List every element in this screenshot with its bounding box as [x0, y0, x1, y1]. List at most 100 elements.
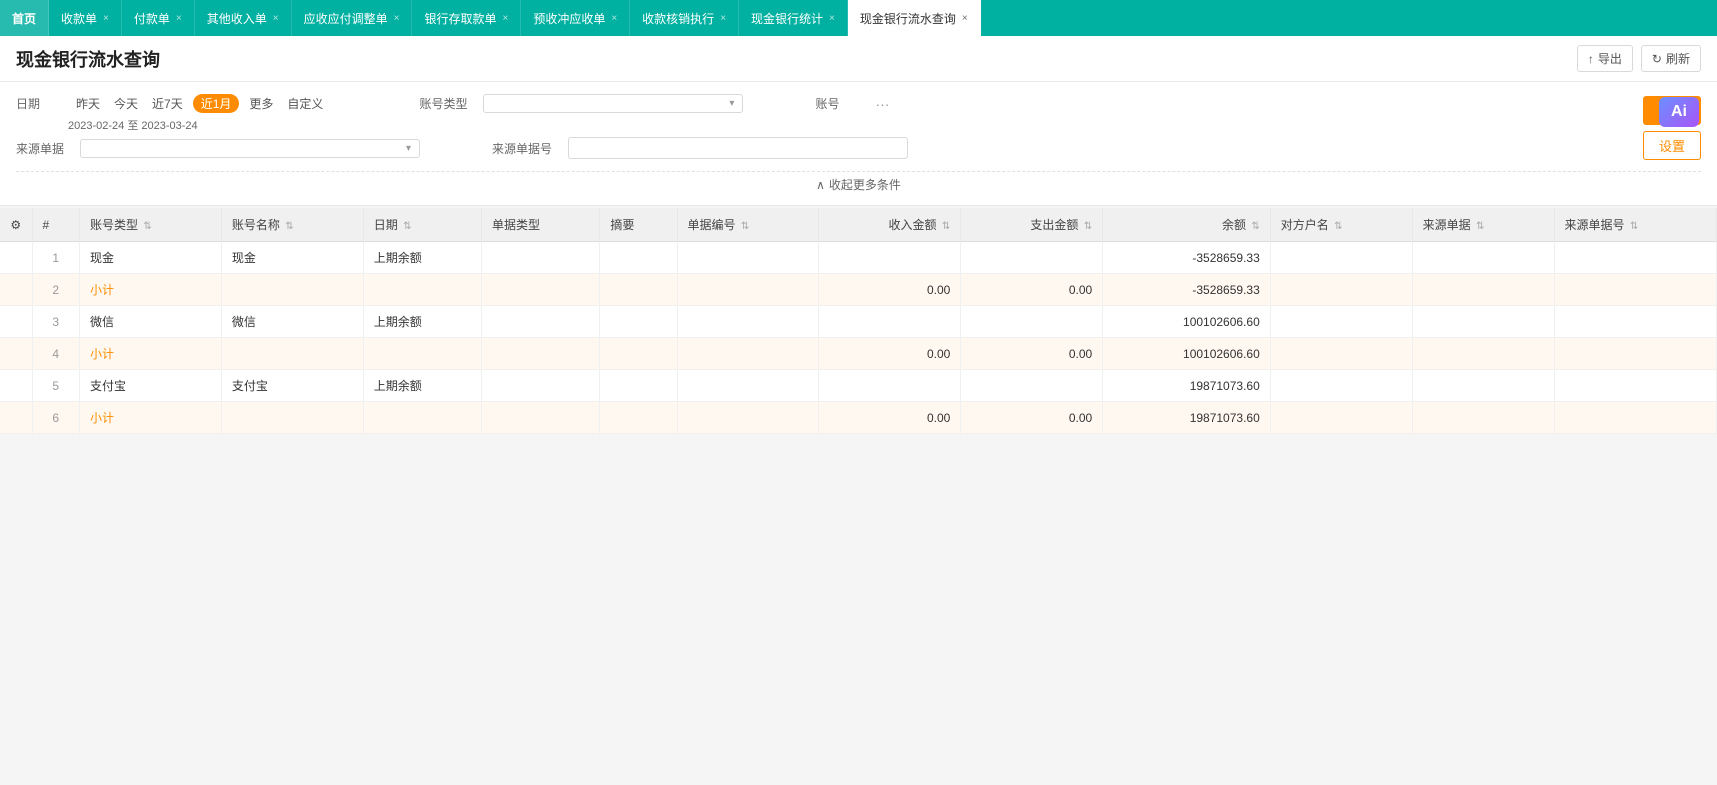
cell-doc-num: [677, 306, 819, 338]
cell-account-name: 支付宝: [221, 370, 363, 402]
cell-account-type: 小计: [79, 402, 221, 434]
cell-date: [363, 274, 481, 306]
filter-area: 日期 昨天 今天 近7天 近1月 更多 自定义 账号类型 ▾ 账号 ···: [0, 82, 1717, 206]
col-expense[interactable]: 支出金额 ⇅: [961, 208, 1103, 242]
nav-tab-3[interactable]: 应收应付调整单 ×: [292, 0, 413, 36]
source-doc-num-input[interactable]: [568, 137, 908, 159]
cell-gear: [0, 370, 32, 402]
collapse-bar[interactable]: ∧ 收起更多条件: [16, 171, 1701, 197]
cell-summary: [600, 338, 677, 370]
nav-tab-4[interactable]: 银行存取款单 ×: [412, 0, 521, 36]
shortcut-1month[interactable]: 近1月: [193, 94, 240, 113]
cell-summary: [600, 402, 677, 434]
shortcut-custom[interactable]: 自定义: [283, 94, 327, 113]
cell-source-doc: [1412, 306, 1554, 338]
cell-source-doc-num: [1554, 242, 1716, 274]
cell-expense: [961, 306, 1103, 338]
cell-balance: 19871073.60: [1103, 402, 1271, 434]
cell-source-doc-num: [1554, 338, 1716, 370]
cell-gear: [0, 274, 32, 306]
nav-tab-7[interactable]: 现金银行统计 ×: [739, 0, 848, 36]
nav-tab-5[interactable]: 预收冲应收单 ×: [521, 0, 630, 36]
ai-badge[interactable]: Ai: [1659, 97, 1699, 127]
nav-tab-2-close[interactable]: ×: [273, 13, 279, 24]
nav-tab-6-close[interactable]: ×: [720, 13, 726, 24]
collapse-icon: ∧: [816, 178, 825, 192]
nav-tab-7-close[interactable]: ×: [829, 13, 835, 24]
cell-source-doc-num: [1554, 274, 1716, 306]
filter-row-1: 日期 昨天 今天 近7天 近1月 更多 自定义 账号类型 ▾ 账号 ···: [16, 94, 1627, 113]
export-button[interactable]: ↑ 导出: [1577, 45, 1633, 72]
col-source-doc-num[interactable]: 来源单据号 ⇅: [1554, 208, 1716, 242]
cell-doc-type: [482, 306, 600, 338]
cell-income: 0.00: [819, 338, 961, 370]
top-nav: 首页 收款单 × 付款单 × 其他收入单 × 应收应付调整单 × 银行存取款单 …: [0, 0, 1717, 36]
cell-doc-num: [677, 370, 819, 402]
nav-home[interactable]: 首页: [0, 0, 49, 36]
cell-balance: 100102606.60: [1103, 306, 1271, 338]
sort-date: ⇅: [403, 221, 411, 232]
table-row: 1现金现金上期余额-3528659.33: [0, 242, 1717, 274]
col-source-doc[interactable]: 来源单据 ⇅: [1412, 208, 1554, 242]
nav-tab-1-label: 付款单: [134, 10, 170, 27]
cell-doc-num: [677, 402, 819, 434]
nav-tab-8[interactable]: 现金银行流水查询 ×: [848, 0, 981, 36]
nav-tab-1-close[interactable]: ×: [176, 13, 182, 24]
cell-gear: [0, 338, 32, 370]
nav-tab-0[interactable]: 收款单 ×: [49, 0, 122, 36]
cell-summary: [600, 306, 677, 338]
cell-income: [819, 370, 961, 402]
table-body: 1现金现金上期余额-3528659.332小计0.000.00-3528659.…: [0, 242, 1717, 434]
shortcut-yesterday[interactable]: 昨天: [72, 94, 104, 113]
page-title: 现金银行流水查询: [16, 46, 160, 72]
ai-badge-label: Ai: [1671, 103, 1687, 121]
account-type-chevron: ▾: [729, 98, 734, 109]
col-counterpart[interactable]: 对方户名 ⇅: [1270, 208, 1412, 242]
col-gear[interactable]: ⚙: [0, 208, 32, 242]
nav-tab-0-close[interactable]: ×: [103, 13, 109, 24]
cell-gear: [0, 402, 32, 434]
cell-balance: 19871073.60: [1103, 370, 1271, 402]
cell-source-doc-num: [1554, 402, 1716, 434]
cell-date: 上期余额: [363, 242, 481, 274]
date-range: 2023-02-24 至 2023-03-24: [68, 120, 198, 132]
nav-tab-8-close[interactable]: ×: [962, 13, 968, 24]
header-actions: ↑ 导出 ↻ 刷新: [1577, 45, 1701, 72]
col-balance[interactable]: 余额 ⇅: [1103, 208, 1271, 242]
refresh-button[interactable]: ↻ 刷新: [1641, 45, 1701, 72]
col-doc-num[interactable]: 单据编号 ⇅: [677, 208, 819, 242]
col-date[interactable]: 日期 ⇅: [363, 208, 481, 242]
nav-tab-5-close[interactable]: ×: [611, 13, 617, 24]
cell-balance: -3528659.33: [1103, 242, 1271, 274]
shortcut-today[interactable]: 今天: [110, 94, 142, 113]
nav-tab-3-close[interactable]: ×: [394, 13, 400, 24]
cell-rownum: 6: [32, 402, 79, 434]
nav-tab-2[interactable]: 其他收入单 ×: [195, 0, 292, 36]
col-account-name[interactable]: 账号名称 ⇅: [221, 208, 363, 242]
cell-account-name: [221, 274, 363, 306]
shortcut-more[interactable]: 更多: [245, 94, 277, 113]
nav-tab-6[interactable]: 收款核销执行 ×: [630, 0, 739, 36]
cell-doc-num: [677, 338, 819, 370]
cell-balance: 100102606.60: [1103, 338, 1271, 370]
export-icon: ↑: [1588, 52, 1594, 66]
sort-source-doc: ⇅: [1476, 221, 1484, 232]
cell-source-doc: [1412, 370, 1554, 402]
account-type-select[interactable]: ▾: [483, 94, 743, 113]
cell-account-name: [221, 402, 363, 434]
table-container: ⚙ # 账号类型 ⇅ 账号名称 ⇅ 日期 ⇅ 单据类型 摘要: [0, 208, 1717, 434]
nav-tab-1[interactable]: 付款单 ×: [122, 0, 195, 36]
col-account-type[interactable]: 账号类型 ⇅: [79, 208, 221, 242]
sort-account-name: ⇅: [285, 221, 293, 232]
source-doc-chevron: ▾: [406, 143, 411, 154]
account-dots[interactable]: ···: [871, 96, 893, 112]
source-doc-select[interactable]: ▾: [80, 139, 420, 158]
shortcut-7days[interactable]: 近7天: [148, 94, 187, 113]
sort-income: ⇅: [942, 221, 950, 232]
settings-button[interactable]: 设置: [1643, 131, 1701, 160]
cell-doc-type: [482, 370, 600, 402]
col-income[interactable]: 收入金额 ⇅: [819, 208, 961, 242]
nav-tab-6-label: 收款核销执行: [642, 10, 714, 27]
cell-expense: 0.00: [961, 338, 1103, 370]
nav-tab-4-close[interactable]: ×: [502, 13, 508, 24]
